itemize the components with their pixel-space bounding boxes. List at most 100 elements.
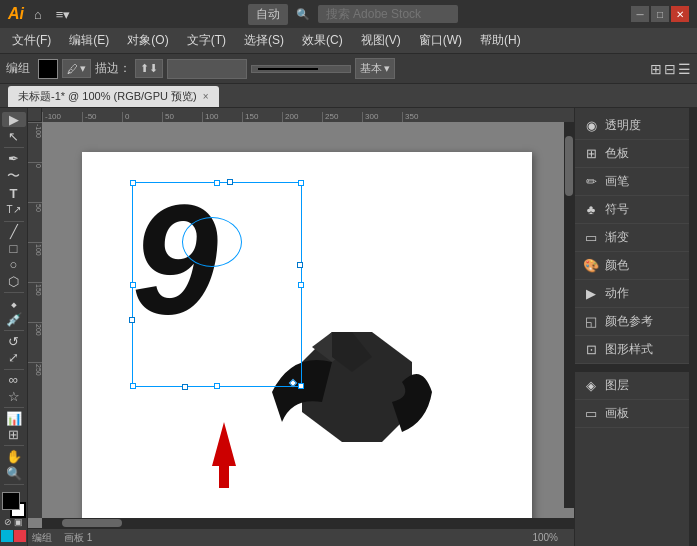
menu-text[interactable]: 文字(T) bbox=[179, 30, 234, 51]
anchor-top[interactable] bbox=[227, 179, 233, 185]
handle-bottom-middle[interactable] bbox=[214, 383, 220, 389]
scale-tool[interactable]: ⤢ bbox=[2, 350, 26, 365]
menu-object[interactable]: 对象(O) bbox=[119, 30, 176, 51]
scrollbar-horizontal[interactable] bbox=[42, 518, 574, 528]
auto-label[interactable]: 自动 bbox=[248, 4, 288, 25]
handle-top-left[interactable] bbox=[130, 180, 136, 186]
magenta-swatch[interactable] bbox=[14, 530, 26, 542]
align-right-button[interactable]: ⊟ bbox=[664, 61, 676, 77]
stroke-dropdown[interactable]: ⬆⬇ bbox=[135, 59, 163, 78]
color-panel-icon: 🎨 bbox=[583, 258, 599, 274]
color-icon[interactable]: ▣ bbox=[14, 517, 23, 527]
right-scrollbar[interactable] bbox=[689, 108, 697, 546]
menu-select[interactable]: 选择(S) bbox=[236, 30, 292, 51]
bottom-bar: 编组 画板 1 100% bbox=[28, 528, 574, 546]
corner-box bbox=[28, 108, 42, 122]
panel-graphic-style[interactable]: ⊡ 图形样式 bbox=[575, 336, 689, 364]
fill-color-swatch[interactable] bbox=[2, 492, 20, 510]
line-tool[interactable]: ╱ bbox=[2, 224, 26, 239]
brush-dropdown[interactable]: 🖊▾ bbox=[62, 59, 91, 78]
align-menu-button[interactable]: ☰ bbox=[678, 61, 691, 77]
ruler-tick-h: 100 bbox=[202, 112, 242, 122]
panel-brush[interactable]: ✏ 画笔 bbox=[575, 168, 689, 196]
tool-separator-3 bbox=[4, 292, 24, 293]
panel-symbol[interactable]: ♣ 符号 bbox=[575, 196, 689, 224]
handle-top-right[interactable] bbox=[298, 180, 304, 186]
stroke-line-preview bbox=[258, 68, 318, 70]
blend-tool[interactable]: ∞ bbox=[2, 372, 26, 387]
menu-edit[interactable]: 编辑(E) bbox=[61, 30, 117, 51]
panel-artboard-label: 画板 bbox=[605, 405, 681, 422]
ai-logo: Ai bbox=[8, 5, 24, 23]
menu-help[interactable]: 帮助(H) bbox=[472, 30, 529, 51]
scrollbar-h-thumb[interactable] bbox=[62, 519, 122, 527]
panel-artboard[interactable]: ▭ 画板 bbox=[575, 400, 689, 428]
direct-select-tool[interactable]: ↖ bbox=[2, 128, 26, 143]
panel-transparency[interactable]: ◉ 透明度 bbox=[575, 112, 689, 140]
align-grid-button[interactable]: ⊞ bbox=[650, 61, 662, 77]
panel-action[interactable]: ▶ 动作 bbox=[575, 280, 689, 308]
tool-separator-6 bbox=[4, 407, 24, 408]
handle-middle-right[interactable] bbox=[298, 282, 304, 288]
close-button[interactable]: ✕ bbox=[671, 6, 689, 22]
touch-type-tool[interactable]: T↗ bbox=[2, 202, 26, 217]
none-icon[interactable]: ⊘ bbox=[4, 517, 12, 527]
scrollbar-v-thumb[interactable] bbox=[565, 136, 573, 196]
polygon-tool[interactable]: ⬡ bbox=[2, 273, 26, 288]
menu-effect[interactable]: 效果(C) bbox=[294, 30, 351, 51]
panel-gradient-label: 渐变 bbox=[605, 229, 681, 246]
basic-dropdown[interactable]: 基本 ▾ bbox=[355, 58, 395, 79]
symbol-tool[interactable]: ☆ bbox=[2, 389, 26, 404]
zoom-tool[interactable]: 🔍 bbox=[2, 466, 26, 481]
panel-graphic-style-label: 图形样式 bbox=[605, 341, 681, 358]
panel-color[interactable]: 🎨 颜色 bbox=[575, 252, 689, 280]
cyan-swatch[interactable] bbox=[1, 530, 13, 542]
workspace-icon[interactable]: ≡▾ bbox=[52, 5, 75, 24]
maximize-button[interactable]: □ bbox=[651, 6, 669, 22]
menu-view[interactable]: 视图(V) bbox=[353, 30, 409, 51]
tool-separator-1 bbox=[4, 147, 24, 148]
brush-icon: 🖊 bbox=[67, 63, 78, 75]
menu-window[interactable]: 窗口(W) bbox=[411, 30, 470, 51]
status-group: 编组 bbox=[32, 531, 52, 545]
type-tool[interactable]: T bbox=[2, 186, 26, 201]
tab-close-button[interactable]: × bbox=[203, 91, 209, 102]
ellipse-tool[interactable]: ○ bbox=[2, 257, 26, 272]
handle-top-middle[interactable] bbox=[214, 180, 220, 186]
canvas[interactable]: 9 bbox=[42, 122, 574, 518]
pen-tool[interactable]: ✒ bbox=[2, 150, 26, 165]
rotate-tool[interactable]: ↺ bbox=[2, 334, 26, 349]
panel-action-label: 动作 bbox=[605, 285, 681, 302]
swatches-icon: ⊞ bbox=[583, 146, 599, 162]
anchor-left[interactable] bbox=[129, 317, 135, 323]
fill-swatch[interactable] bbox=[38, 59, 58, 79]
handle-bottom-right[interactable] bbox=[298, 383, 304, 389]
color-area bbox=[0, 490, 28, 514]
artboard-tool[interactable]: ⊞ bbox=[2, 427, 26, 442]
paintbucket-tool[interactable]: ⬥ bbox=[2, 295, 26, 310]
document-tab[interactable]: 未标题-1* @ 100% (RGB/GPU 预览) × bbox=[8, 86, 219, 107]
menu-file[interactable]: 文件(F) bbox=[4, 30, 59, 51]
gradient-icon: ▭ bbox=[583, 230, 599, 246]
minimize-button[interactable]: ─ bbox=[631, 6, 649, 22]
panel-gradient[interactable]: ▭ 渐变 bbox=[575, 224, 689, 252]
scrollbar-vertical[interactable] bbox=[564, 122, 574, 508]
anchor-bottom-left[interactable] bbox=[182, 384, 188, 390]
select-tool[interactable]: ▶ bbox=[2, 112, 26, 127]
panel-swatches[interactable]: ⊞ 色板 bbox=[575, 140, 689, 168]
handle-middle-left[interactable] bbox=[130, 282, 136, 288]
anchor-right[interactable] bbox=[297, 262, 303, 268]
ruler-tick-v: 100 bbox=[28, 242, 42, 282]
panel-layers[interactable]: ◈ 图层 bbox=[575, 372, 689, 400]
column-chart-tool[interactable]: 📊 bbox=[2, 411, 26, 426]
handle-bottom-left[interactable] bbox=[130, 383, 136, 389]
curvature-tool[interactable]: 〜 bbox=[2, 167, 26, 185]
search-stock-input[interactable] bbox=[318, 5, 458, 23]
panel-color-guide[interactable]: ◱ 颜色参考 bbox=[575, 308, 689, 336]
ruler-tick-h: 200 bbox=[282, 112, 322, 122]
eyedropper-tool[interactable]: 💉 bbox=[2, 312, 26, 327]
hand-tool[interactable]: ✋ bbox=[2, 449, 26, 464]
rect-tool[interactable]: □ bbox=[2, 241, 26, 256]
stroke-label: 描边： bbox=[95, 60, 131, 77]
home-icon[interactable]: ⌂ bbox=[30, 5, 46, 24]
